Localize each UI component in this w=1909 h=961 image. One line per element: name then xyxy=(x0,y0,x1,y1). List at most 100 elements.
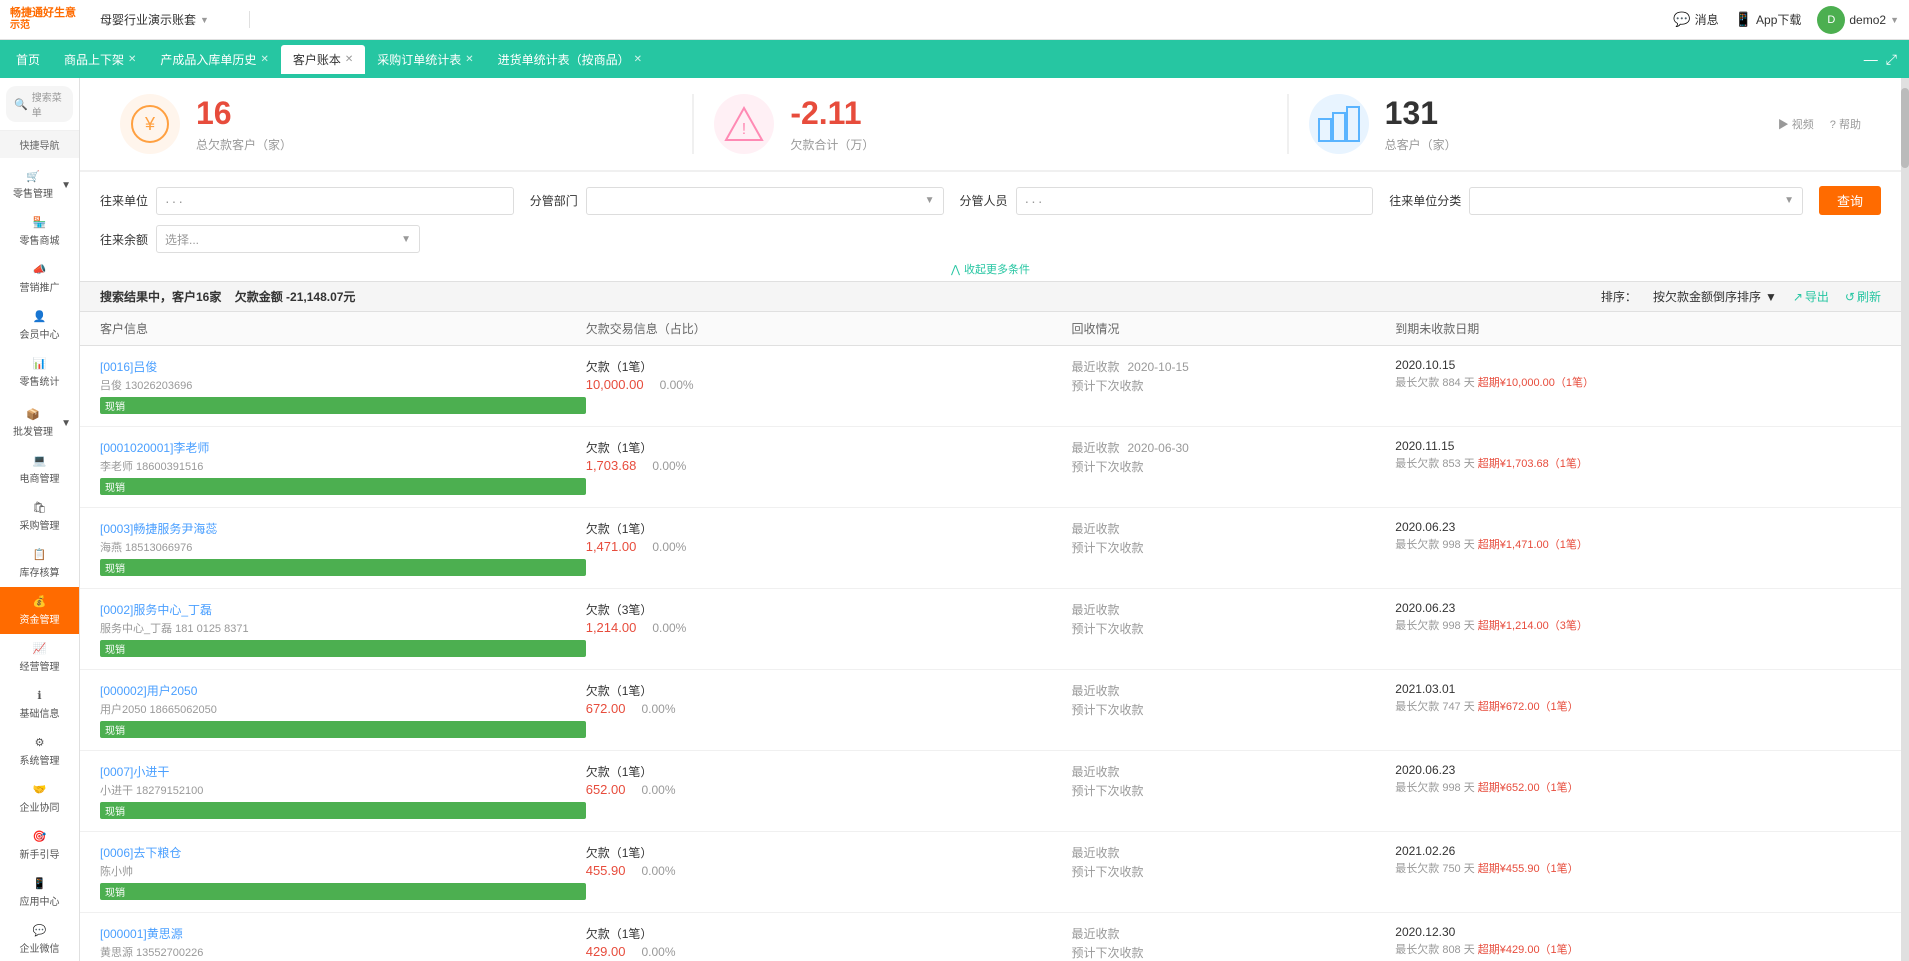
close-icon[interactable]: ✕ xyxy=(260,54,268,65)
table-row: [000002]用户2050 用户2050 18665062050 现销 欠款（… xyxy=(80,670,1901,751)
close-icon[interactable]: ✕ xyxy=(128,54,136,65)
close-icon[interactable]: ✕ xyxy=(345,54,353,65)
sidebar-item-retail-stats[interactable]: 📊 零售统计 xyxy=(0,349,79,396)
overdue-link[interactable]: 超期¥1,471.00（1笔） xyxy=(1478,539,1588,551)
sidebar-item-finance[interactable]: 💰 资金管理 xyxy=(0,587,79,634)
wholesale-icon: 📦 xyxy=(26,408,40,421)
sidebar-item-app-center[interactable]: 📱 应用中心 xyxy=(0,869,79,916)
overdue-link[interactable]: 超期¥652.00（1笔） xyxy=(1478,782,1579,794)
content-area: ¥ 16 总欠款客户（家） ! xyxy=(80,78,1901,961)
header-collection: 回收情况 xyxy=(1071,320,1395,337)
overdue-link[interactable]: 超期¥1,703.68（1笔） xyxy=(1478,458,1588,470)
top-right-actions: 💬 消息 📱 App下载 D demo2 ▼ xyxy=(1673,6,1899,34)
customer-name-link[interactable]: [0001020001]李老师 xyxy=(100,439,586,456)
category-select[interactable]: ▼ xyxy=(1469,187,1803,215)
help-link[interactable]: ? 帮助 xyxy=(1830,116,1861,132)
tab-customer-ledger-label: 客户账本 xyxy=(293,51,341,68)
category-label: 往来单位分类 xyxy=(1389,192,1461,209)
filter-from-unit: 往来单位 ··· xyxy=(100,187,514,215)
store-name: 母婴行业演示账套 xyxy=(100,11,196,28)
sidebar-item-purchase-mgmt[interactable]: 🛍 采购管理 xyxy=(0,493,79,540)
balance-value: 选择... xyxy=(165,231,199,248)
collapse-button[interactable]: ⋀ 收起更多条件 xyxy=(951,261,1030,277)
due-date-cell: 2021.03.01 最长欠款 747 天 超期¥672.00（1笔） xyxy=(1395,682,1881,714)
sidebar-item-marketing[interactable]: 📣 营销推广 xyxy=(0,255,79,302)
tab-homepage[interactable]: 首页 xyxy=(4,45,52,74)
overdue-link[interactable]: 超期¥455.90（1笔） xyxy=(1478,863,1579,875)
customer-name-link[interactable]: [0002]服务中心_丁磊 xyxy=(100,601,586,618)
debt-count: 欠款（1笔） xyxy=(586,520,1072,537)
customer-name-link[interactable]: [0007]小进干 xyxy=(100,763,586,780)
status-tag: 现销 xyxy=(100,640,586,657)
sidebar-item-inventory[interactable]: 📋 库存核算 xyxy=(0,540,79,587)
sidebar-item-member-center[interactable]: 👤 会员中心 xyxy=(0,302,79,349)
collection-label: 最近收款 xyxy=(1071,763,1119,780)
status-tag: 现销 xyxy=(100,397,586,414)
tab-purchase-order[interactable]: 采购订单统计表 ✕ xyxy=(365,45,485,74)
close-icon[interactable]: ✕ xyxy=(465,54,473,65)
debt-percent: 0.00% xyxy=(641,945,675,959)
refresh-button[interactable]: ↺ 刷新 xyxy=(1845,288,1881,305)
export-button[interactable]: ↗ 导出 xyxy=(1793,288,1829,305)
sidebar-item-quick-nav[interactable]: 快捷导航 xyxy=(0,131,79,158)
status-tag: 现销 xyxy=(100,721,586,738)
sort-select[interactable]: 按欠款金额倒序排序 ▼ xyxy=(1653,288,1777,305)
collection-date: 2020-10-15 xyxy=(1127,360,1188,374)
due-date-cell: 2021.02.26 最长欠款 750 天 超期¥455.90（1笔） xyxy=(1395,844,1881,876)
overdue-link[interactable]: 超期¥429.00（1笔） xyxy=(1478,944,1579,956)
sidebar-item-basic-info[interactable]: ℹ 基础信息 xyxy=(0,681,79,728)
top-bar: 畅捷通好生意 示范 母婴行业演示账套 ▼ 💬 消息 📱 App下载 D demo… xyxy=(0,0,1909,40)
sidebar-item-business-mgmt[interactable]: 📈 经营管理 xyxy=(0,634,79,681)
main-area: 🔍 搜索菜单 快捷导航 🛒 零售管理 ▼ 🏪 零售商城 📣 xyxy=(0,78,1909,961)
tab-customer-ledger[interactable]: 客户账本 ✕ xyxy=(281,45,365,74)
customer-sub: 黄思源 13552700226 xyxy=(100,944,586,960)
app-download-button[interactable]: 📱 App下载 xyxy=(1735,11,1802,28)
search-button[interactable]: 查询 xyxy=(1819,186,1881,215)
filter-category: 往来单位分类 ▼ xyxy=(1389,187,1803,215)
balance-select[interactable]: 选择... ▼ xyxy=(156,225,420,253)
sidebar-item-retail-mgmt[interactable]: 🛒 零售管理 ▼ xyxy=(0,162,79,208)
close-icon[interactable]: ✕ xyxy=(634,54,642,65)
scrollbar-thumb[interactable] xyxy=(1901,88,1909,168)
right-scrollbar[interactable] xyxy=(1901,78,1909,961)
from-unit-input[interactable]: ··· xyxy=(156,187,514,215)
overdue-text: 最长欠款 998 天 超期¥1,471.00（1笔） xyxy=(1395,536,1881,552)
due-date-cell: 2020.11.15 最长欠款 853 天 超期¥1,703.68（1笔） xyxy=(1395,439,1881,471)
header-due-date: 到期未收款日期 xyxy=(1395,320,1881,337)
debt-info-cell: 欠款（1笔） 1,471.00 0.00% xyxy=(586,520,1072,554)
customer-name-link[interactable]: [0016]吕俊 xyxy=(100,358,586,375)
video-link[interactable]: ▶ 视频 xyxy=(1778,116,1814,132)
tab-purchase-stats[interactable]: 进货单统计表（按商品） ✕ xyxy=(486,45,654,74)
customer-name-link[interactable]: [000001]黄思源 xyxy=(100,925,586,942)
tab-production-history[interactable]: 产成品入库单历史 ✕ xyxy=(148,45,280,74)
table-row: [0003]畅捷服务尹海蕊 海燕 18513066976 现销 欠款（1笔） 1… xyxy=(80,508,1901,589)
overdue-link[interactable]: 超期¥1,214.00（3笔） xyxy=(1478,620,1588,632)
customer-name-link[interactable]: [000002]用户2050 xyxy=(100,682,586,699)
store-selector[interactable]: 母婴行业演示账套 ▼ xyxy=(90,11,250,28)
sidebar-item-ecommerce[interactable]: 💻 电商管理 xyxy=(0,446,79,493)
customer-name-link[interactable]: [0003]畅捷服务尹海蕊 xyxy=(100,520,586,537)
tab-minimize-icon[interactable]: — xyxy=(1864,51,1878,67)
sidebar-item-wechat[interactable]: 💬 企业微信 xyxy=(0,916,79,961)
tab-purchase-order-label: 采购订单统计表 xyxy=(377,51,461,68)
collection-next: 预计下次收款 xyxy=(1071,944,1395,961)
overdue-link[interactable]: 超期¥10,000.00（1笔） xyxy=(1478,377,1594,389)
dept-select[interactable]: ▼ xyxy=(586,187,944,215)
overdue-link[interactable]: 超期¥672.00（1笔） xyxy=(1478,701,1579,713)
tab-expand-icon[interactable]: ⤢ xyxy=(1886,51,1897,68)
sidebar-item-beginner[interactable]: 🎯 新手引导 xyxy=(0,822,79,869)
from-unit-label: 往来单位 xyxy=(100,192,148,209)
sidebar-item-enterprise[interactable]: 🤝 企业协同 xyxy=(0,775,79,822)
person-input[interactable]: ··· xyxy=(1016,187,1374,215)
user-menu[interactable]: D demo2 ▼ xyxy=(1817,6,1899,34)
sidebar-item-system[interactable]: ⚙ 系统管理 xyxy=(0,728,79,775)
tab-product-onoff[interactable]: 商品上下架 ✕ xyxy=(52,45,148,74)
message-button[interactable]: 💬 消息 xyxy=(1673,11,1718,28)
customer-name-link[interactable]: [0006]去下粮仓 xyxy=(100,844,586,861)
sidebar-item-wholesale-mgmt[interactable]: 📦 批发管理 ▼ xyxy=(0,400,79,446)
collection-next: 预计下次收款 xyxy=(1071,539,1395,556)
sidebar-item-retail-mall[interactable]: 🏪 零售商城 xyxy=(0,208,79,255)
status-tag: 现销 xyxy=(100,802,586,819)
due-date: 2020.10.15 xyxy=(1395,358,1881,372)
search-menu-input[interactable]: 🔍 搜索菜单 xyxy=(6,86,73,122)
